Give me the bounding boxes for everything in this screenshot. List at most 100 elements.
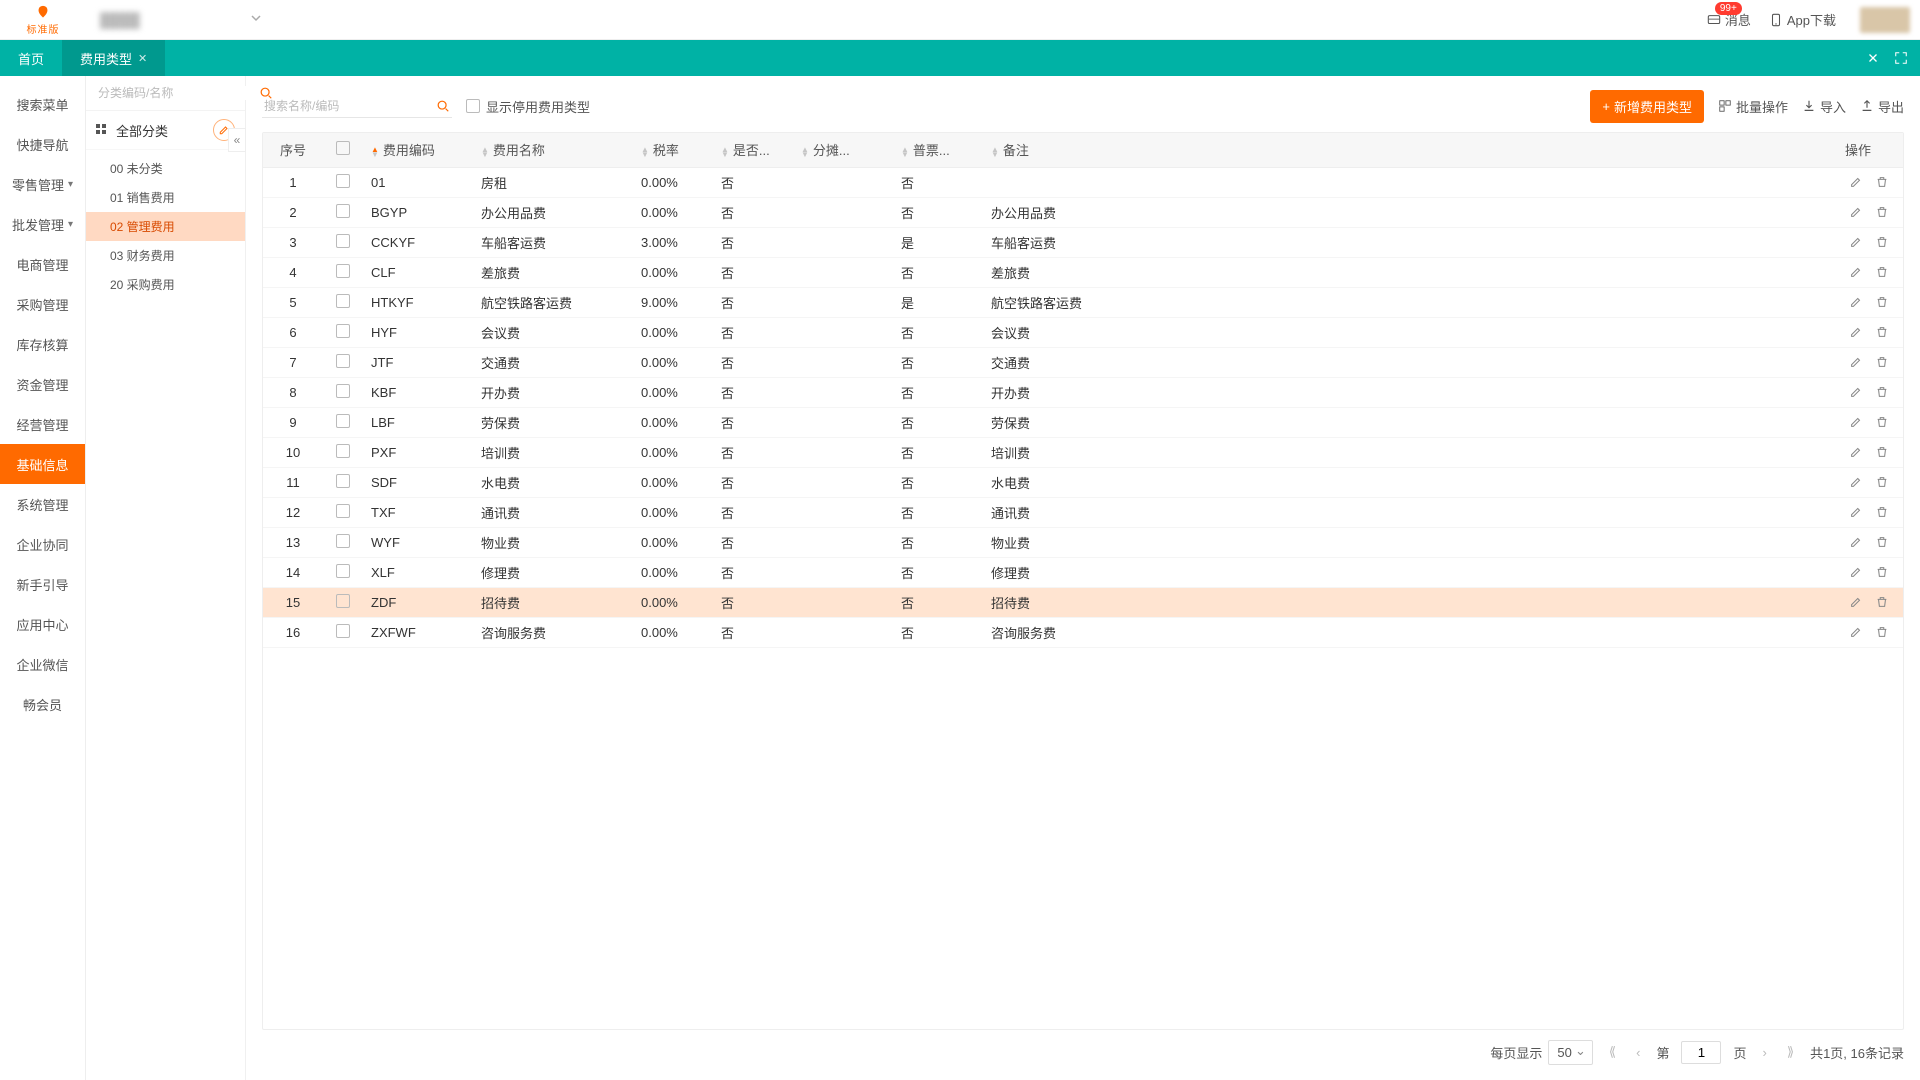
table-row[interactable]: 7JTF交通费0.00%否否交通费	[263, 347, 1903, 377]
edit-icon[interactable]	[1849, 535, 1863, 549]
category-item[interactable]: 03 财务费用	[86, 241, 245, 270]
edit-icon[interactable]	[1849, 475, 1863, 489]
cell-checkbox[interactable]	[323, 617, 363, 647]
table-row[interactable]: 15ZDF招待费0.00%否否招待费	[263, 587, 1903, 617]
show-disabled-checkbox[interactable]: 显示停用费用类型	[466, 97, 590, 116]
table-row[interactable]: 13WYF物业费0.00%否否物业费	[263, 527, 1903, 557]
search-icon[interactable]	[259, 86, 273, 100]
delete-icon[interactable]	[1875, 445, 1889, 459]
table-row[interactable]: 8KBF开办费0.00%否否开办费	[263, 377, 1903, 407]
col-b2[interactable]: ▲▼分摊...	[793, 133, 893, 167]
edit-icon[interactable]	[1849, 445, 1863, 459]
delete-icon[interactable]	[1875, 355, 1889, 369]
sidenav-item[interactable]: 畅会员	[0, 684, 85, 724]
first-page-button[interactable]: ⟪	[1605, 1042, 1620, 1062]
sidenav-item[interactable]: 库存核算	[0, 324, 85, 364]
sidenav-item[interactable]: 采购管理	[0, 284, 85, 324]
avatar[interactable]	[1860, 7, 1910, 33]
cell-checkbox[interactable]	[323, 257, 363, 287]
new-fee-type-button[interactable]: + 新增费用类型	[1590, 90, 1704, 123]
edit-icon[interactable]	[1849, 565, 1863, 579]
page-input[interactable]	[1681, 1041, 1721, 1064]
delete-icon[interactable]	[1875, 475, 1889, 489]
tab-current[interactable]: 费用类型 ✕	[62, 40, 165, 76]
cell-checkbox[interactable]	[323, 407, 363, 437]
category-item[interactable]: 01 销售费用	[86, 183, 245, 212]
cell-checkbox[interactable]	[323, 347, 363, 377]
last-page-button[interactable]: ⟫	[1783, 1042, 1798, 1062]
table-row[interactable]: 3CCKYF车船客运费3.00%否是车船客运费	[263, 227, 1903, 257]
cell-checkbox[interactable]	[323, 197, 363, 227]
sidenav-item[interactable]: 搜索菜单	[0, 84, 85, 124]
cell-checkbox[interactable]	[323, 287, 363, 317]
category-item[interactable]: 20 采购费用	[86, 270, 245, 299]
import-button[interactable]: 导入	[1802, 97, 1846, 116]
search-icon[interactable]	[436, 99, 450, 113]
edit-icon[interactable]	[1849, 175, 1863, 189]
col-code[interactable]: ▲▼费用编码	[363, 133, 473, 167]
edit-icon[interactable]	[1849, 235, 1863, 249]
sidenav-item[interactable]: 基础信息	[0, 444, 85, 484]
next-page-button[interactable]: ›	[1759, 1043, 1771, 1062]
sidenav-item[interactable]: 企业微信	[0, 644, 85, 684]
delete-icon[interactable]	[1875, 385, 1889, 399]
edit-icon[interactable]	[1849, 385, 1863, 399]
edit-icon[interactable]	[1849, 415, 1863, 429]
sidenav-item[interactable]: 应用中心	[0, 604, 85, 644]
delete-icon[interactable]	[1875, 505, 1889, 519]
delete-icon[interactable]	[1875, 295, 1889, 309]
sidenav-item[interactable]: 零售管理▾	[0, 164, 85, 204]
sidenav-item[interactable]: 经营管理	[0, 404, 85, 444]
table-row[interactable]: 16ZXFWF咨询服务费0.00%否否咨询服务费	[263, 617, 1903, 647]
edit-icon[interactable]	[1849, 325, 1863, 339]
category-item[interactable]: 02 管理费用	[86, 212, 245, 241]
delete-icon[interactable]	[1875, 535, 1889, 549]
cell-checkbox[interactable]	[323, 497, 363, 527]
col-name[interactable]: ▲▼费用名称	[473, 133, 633, 167]
table-row[interactable]: 14XLF修理费0.00%否否修理费	[263, 557, 1903, 587]
sidenav-item[interactable]: 新手引导	[0, 564, 85, 604]
app-download-button[interactable]: App下载	[1769, 10, 1836, 29]
edit-icon[interactable]	[1849, 295, 1863, 309]
batch-ops-button[interactable]: 批量操作	[1718, 97, 1788, 116]
table-row[interactable]: 4CLF差旅费0.00%否否差旅费	[263, 257, 1903, 287]
org-selector[interactable]: ████	[86, 0, 276, 39]
category-search-input[interactable]	[98, 86, 253, 100]
edit-icon[interactable]	[1849, 505, 1863, 519]
col-rate[interactable]: ▲▼税率	[633, 133, 713, 167]
category-all[interactable]: 全部分类	[86, 111, 245, 150]
fullscreen-icon[interactable]	[1894, 51, 1908, 65]
category-item[interactable]: 00 未分类	[86, 154, 245, 183]
cell-checkbox[interactable]	[323, 167, 363, 197]
cell-checkbox[interactable]	[323, 317, 363, 347]
table-row[interactable]: 101房租0.00%否否	[263, 167, 1903, 197]
edit-icon[interactable]	[1849, 595, 1863, 609]
col-remark[interactable]: ▲▼备注	[983, 133, 1813, 167]
sidenav-item[interactable]: 资金管理	[0, 364, 85, 404]
table-row[interactable]: 2BGYP办公用品费0.00%否否办公用品费	[263, 197, 1903, 227]
col-b1[interactable]: ▲▼是否...	[713, 133, 793, 167]
cell-checkbox[interactable]	[323, 377, 363, 407]
cell-checkbox[interactable]	[323, 587, 363, 617]
edit-icon[interactable]	[1849, 355, 1863, 369]
table-row[interactable]: 10PXF培训费0.00%否否培训费	[263, 437, 1903, 467]
delete-icon[interactable]	[1875, 265, 1889, 279]
delete-icon[interactable]	[1875, 175, 1889, 189]
sidenav-item[interactable]: 电商管理	[0, 244, 85, 284]
delete-icon[interactable]	[1875, 625, 1889, 639]
cell-checkbox[interactable]	[323, 227, 363, 257]
cell-checkbox[interactable]	[323, 467, 363, 497]
col-seq[interactable]: 序号	[263, 133, 323, 167]
delete-icon[interactable]	[1875, 595, 1889, 609]
page-size-select[interactable]: 50	[1548, 1040, 1592, 1065]
table-row[interactable]: 11SDF水电费0.00%否否水电费	[263, 467, 1903, 497]
cell-checkbox[interactable]	[323, 557, 363, 587]
sidenav-item[interactable]: 系统管理	[0, 484, 85, 524]
table-row[interactable]: 9LBF劳保费0.00%否否劳保费	[263, 407, 1903, 437]
sidenav-item[interactable]: 快捷导航	[0, 124, 85, 164]
cell-checkbox[interactable]	[323, 437, 363, 467]
tab-close-all-icon[interactable]	[1866, 51, 1880, 65]
table-row[interactable]: 12TXF通讯费0.00%否否通讯费	[263, 497, 1903, 527]
edit-icon[interactable]	[1849, 205, 1863, 219]
sidenav-item[interactable]: 企业协同	[0, 524, 85, 564]
